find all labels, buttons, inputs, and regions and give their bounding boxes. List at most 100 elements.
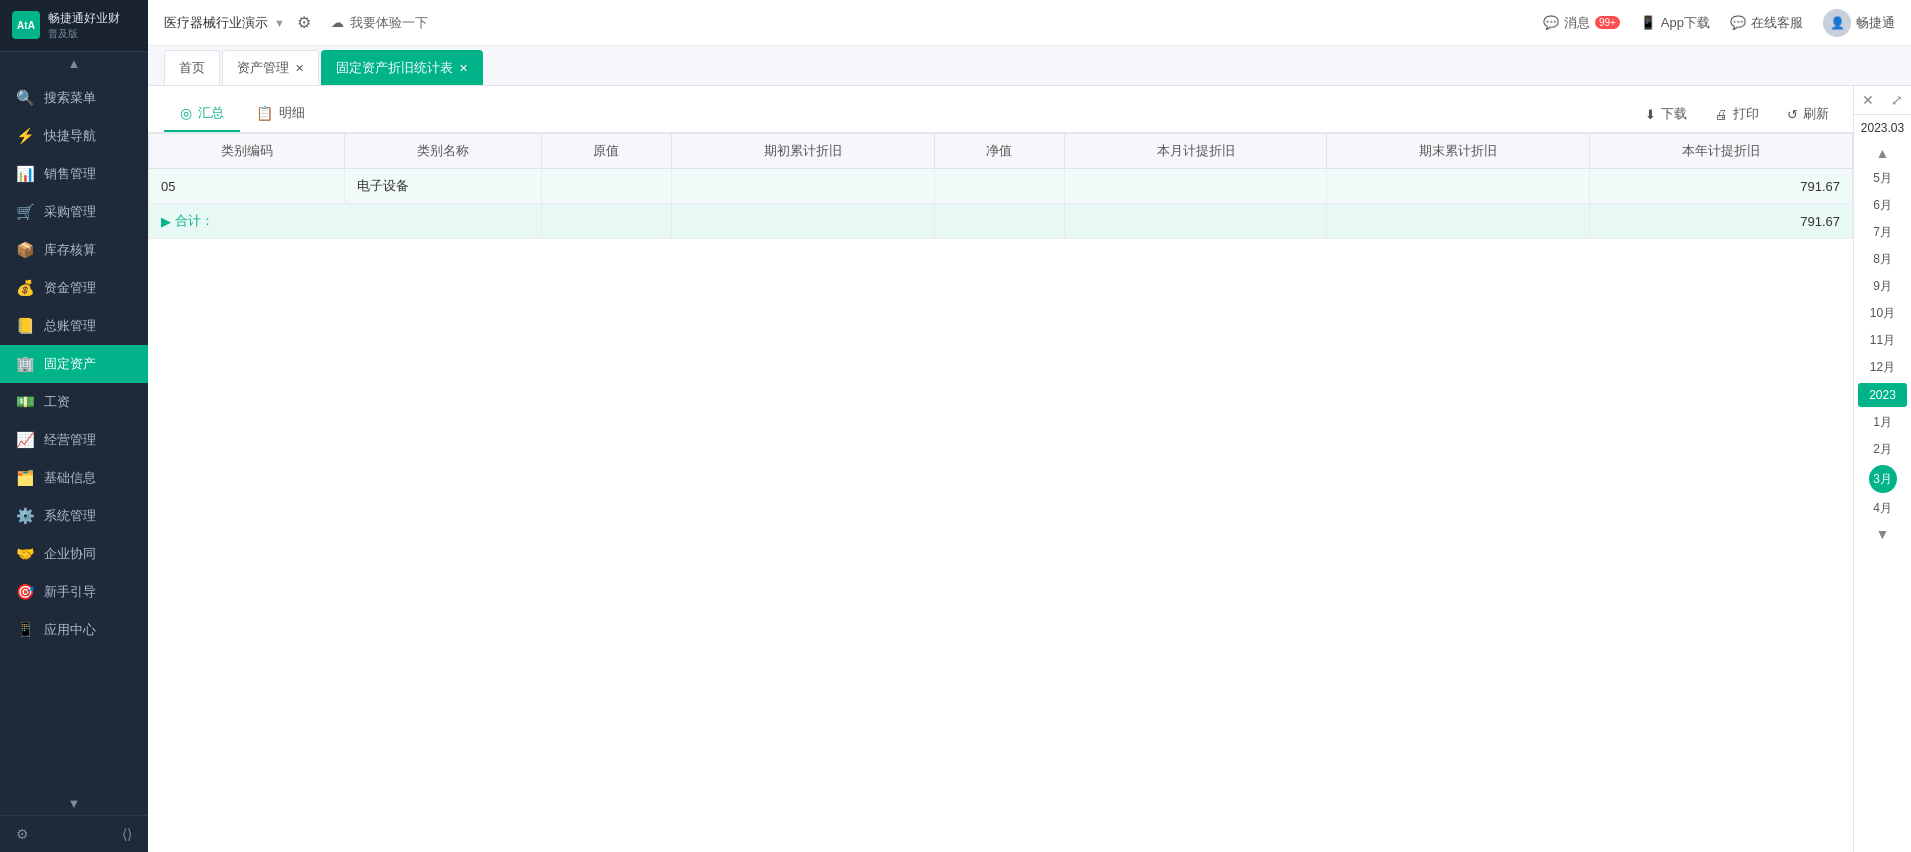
right-panel: ✕ ⤢ 2023.03 ▲ 5月 6月 7月 8月 9月 10月 11月 12月… [1853,86,1911,852]
panel-month-3-active[interactable]: 3月 [1869,465,1897,493]
company-selector[interactable]: 医疗器械行业演示 ▼ [164,14,285,32]
panel-month-10[interactable]: 10月 [1854,300,1911,327]
sidebar-header-info: 畅捷通好业财 普及版 [48,10,120,41]
print-icon: 🖨 [1715,107,1728,122]
sidebar-item-label: 总账管理 [44,317,96,335]
sidebar-item-operations[interactable]: 📈 经营管理 [0,421,148,459]
panel-month-2[interactable]: 2月 [1854,436,1911,463]
purchase-icon: 🛒 [16,203,34,221]
sidebar-scroll-up[interactable]: ▲ [0,52,148,75]
panel-month-11[interactable]: 11月 [1854,327,1911,354]
panel-header: ✕ ⤢ [1854,86,1911,115]
sidebar-footer: ⚙ ⟨⟩ [0,815,148,852]
sidebar-item-label: 基础信息 [44,469,96,487]
cell-monthly-dep [1064,169,1327,204]
cell-opening-accum [671,169,934,204]
panel-month-7[interactable]: 7月 [1854,219,1911,246]
experience-button[interactable]: ☁ 我要体验一下 [331,14,428,32]
panel-scroll-down-btn[interactable]: ▼ [1872,522,1894,546]
col-net: 净值 [934,134,1064,169]
total-opening-accum [671,204,934,239]
panel-year-2023[interactable]: 2023 [1858,383,1907,407]
sub-tab-detail[interactable]: 📋 明细 [240,96,321,132]
total-original [541,204,671,239]
sidebar-item-payroll[interactable]: 💵 工资 [0,383,148,421]
guide-icon: 🎯 [16,583,34,601]
panel-expand-icon[interactable]: ⤢ [1891,92,1903,108]
sidebar-item-system[interactable]: ⚙️ 系统管理 [0,497,148,535]
payroll-icon: 💵 [16,393,34,411]
sidebar-item-guide[interactable]: 🎯 新手引导 [0,573,148,611]
panel-month-6[interactable]: 6月 [1854,192,1911,219]
total-monthly-dep [1064,204,1327,239]
refresh-icon: ↺ [1787,107,1798,122]
sidebar-item-base[interactable]: 🗂️ 基础信息 [0,459,148,497]
topbar: 医疗器械行业演示 ▼ ⚙ ☁ 我要体验一下 💬 消息 99+ 📱 App下载 💬… [148,0,1911,46]
panel-close-icon[interactable]: ✕ [1862,92,1874,108]
panel-month-5[interactable]: 5月 [1854,165,1911,192]
tab-depreciation-close-icon[interactable]: ✕ [459,62,468,75]
tab-depreciation[interactable]: 固定资产折旧统计表 ✕ [321,50,483,85]
system-icon: ⚙️ [16,507,34,525]
tab-home[interactable]: 首页 [164,50,220,85]
panel-month-4[interactable]: 4月 [1854,495,1911,522]
panel-month-1[interactable]: 1月 [1854,409,1911,436]
tab-assets-close-icon[interactable]: ✕ [295,62,304,75]
col-annual-dep: 本年计提折旧 [1590,134,1853,169]
print-button[interactable]: 🖨 打印 [1707,101,1767,127]
ledger-icon: 📒 [16,317,34,335]
download-button[interactable]: 📱 App下载 [1640,14,1710,32]
content-area: ◎ 汇总 📋 明细 ⬇ 下载 🖨 打印 [148,86,1911,852]
total-label: ▶ 合计： [149,204,542,239]
collab-icon: 🤝 [16,545,34,563]
experience-icon: ☁ [331,15,344,30]
support-button[interactable]: 💬 在线客服 [1730,14,1803,32]
content-main: ◎ 汇总 📋 明细 ⬇ 下载 🖨 打印 [148,86,1853,852]
sidebar-nav: 🔍 搜索菜单 ⚡ 快捷导航 📊 销售管理 🛒 采购管理 📦 库存核算 💰 资金管… [0,75,148,792]
total-closing-accum [1327,204,1590,239]
detail-icon: 📋 [256,105,273,121]
app-name: 畅捷通好业财 [48,10,120,27]
sidebar-item-assets[interactable]: 🏢 固定资产 [0,345,148,383]
cell-original [541,169,671,204]
sidebar-item-search[interactable]: 🔍 搜索菜单 [0,79,148,117]
panel-current-period: 2023.03 [1854,115,1911,141]
panel-month-12[interactable]: 12月 [1854,354,1911,381]
notifications-button[interactable]: 💬 消息 99+ [1543,14,1620,32]
sidebar-item-finance[interactable]: 💰 资金管理 [0,269,148,307]
sidebar-item-collab[interactable]: 🤝 企业协同 [0,535,148,573]
table-total-row: ▶ 合计： 791.67 [149,204,1853,239]
panel-scroll-up-btn[interactable]: ▲ [1872,141,1894,165]
sub-tab-detail-label: 明细 [279,104,305,122]
collapse-icon[interactable]: ⟨⟩ [122,826,132,842]
sidebar: AtA 畅捷通好业财 普及版 ▲ 🔍 搜索菜单 ⚡ 快捷导航 📊 销售管理 🛒 … [0,0,148,852]
sidebar-item-ledger[interactable]: 📒 总账管理 [0,307,148,345]
total-expand-icon[interactable]: ▶ [161,214,171,229]
download-button[interactable]: ⬇ 下载 [1637,101,1695,127]
sub-tab-summary[interactable]: ◎ 汇总 [164,96,240,132]
panel-month-9[interactable]: 9月 [1854,273,1911,300]
sidebar-item-apps[interactable]: 📱 应用中心 [0,611,148,649]
sales-icon: 📊 [16,165,34,183]
refresh-button[interactable]: ↺ 刷新 [1779,101,1837,127]
logo-icon: AtA [12,11,40,39]
col-name: 类别名称 [345,134,541,169]
user-menu[interactable]: 👤 畅捷通 [1823,9,1895,37]
sidebar-item-inventory[interactable]: 📦 库存核算 [0,231,148,269]
support-label: 在线客服 [1751,14,1803,32]
tab-assets-mgmt[interactable]: 资产管理 ✕ [222,50,319,85]
notifications-badge: 99+ [1595,16,1620,29]
sidebar-item-sales[interactable]: 📊 销售管理 [0,155,148,193]
sidebar-scroll-down[interactable]: ▼ [0,792,148,815]
cell-net [934,169,1064,204]
sidebar-item-purchase[interactable]: 🛒 采购管理 [0,193,148,231]
settings-button[interactable]: ⚙ [297,13,311,32]
sidebar-item-quicknav[interactable]: ⚡ 快捷导航 [0,117,148,155]
assets-icon: 🏢 [16,355,34,373]
panel-month-8[interactable]: 8月 [1854,246,1911,273]
sidebar-item-label: 快捷导航 [44,127,96,145]
sub-tabs: ◎ 汇总 📋 明细 ⬇ 下载 🖨 打印 [148,86,1853,133]
tab-depreciation-label: 固定资产折旧统计表 [336,59,453,77]
sidebar-item-label: 资金管理 [44,279,96,297]
settings-icon[interactable]: ⚙ [16,826,29,842]
